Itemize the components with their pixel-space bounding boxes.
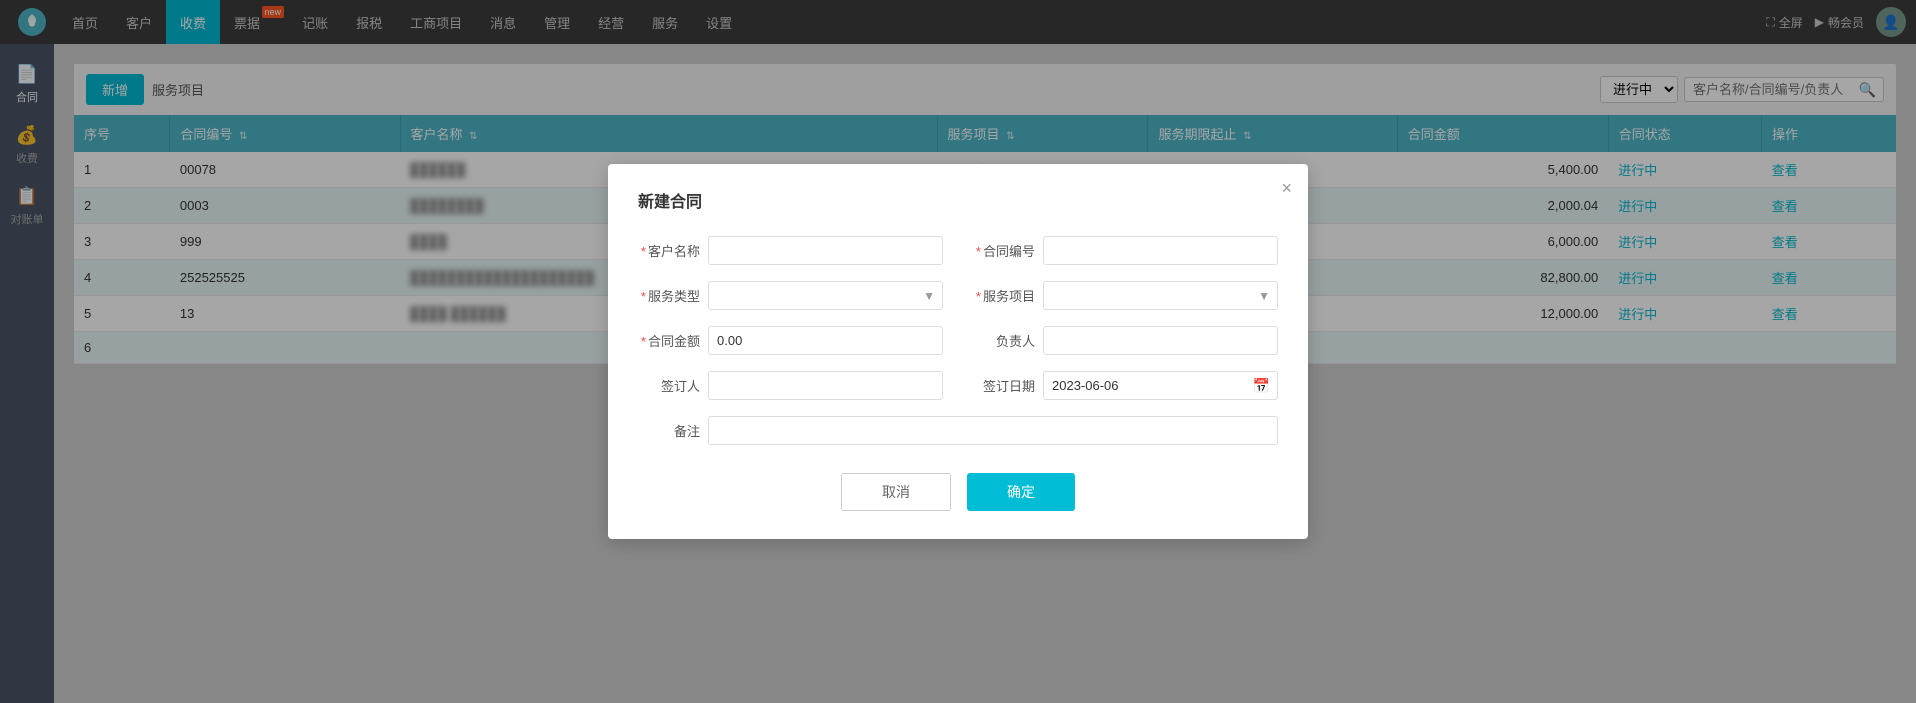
field-customer-name: *客户名称 <box>638 236 943 265</box>
field-person-in-charge: 负责人 <box>973 326 1278 355</box>
select-service-item[interactable] <box>1043 281 1278 310</box>
input-remarks[interactable] <box>708 416 1278 445</box>
modal-title: 新建合同 <box>638 188 1278 212</box>
input-sign-date[interactable] <box>1043 371 1278 400</box>
label-contract-amount: *合同金额 <box>638 331 700 350</box>
select-wrap-service-type: ▼ <box>708 281 943 310</box>
field-signatory: 签订人 <box>638 371 943 400</box>
form-grid: *客户名称 *合同编号 *服务类型 ▼ <box>638 236 1278 445</box>
input-contract-no[interactable] <box>1043 236 1278 265</box>
field-service-item: *服务项目 ▼ <box>973 281 1278 310</box>
label-service-item: *服务项目 <box>973 286 1035 305</box>
select-service-type[interactable] <box>708 281 943 310</box>
label-service-type: *服务类型 <box>638 286 700 305</box>
date-input-wrap: 📅 <box>1043 371 1278 400</box>
modal-close-button[interactable]: × <box>1281 178 1292 199</box>
label-contract-no: *合同编号 <box>973 241 1035 260</box>
field-remarks: 备注 <box>638 416 1278 445</box>
input-signatory[interactable] <box>708 371 943 400</box>
confirm-button[interactable]: 确定 <box>967 473 1075 511</box>
field-sign-date: 签订日期 📅 <box>973 371 1278 400</box>
field-contract-no: *合同编号 <box>973 236 1278 265</box>
input-contract-amount[interactable] <box>708 326 943 355</box>
label-signatory: 签订人 <box>638 376 700 395</box>
modal-footer: 取消 确定 <box>638 473 1278 511</box>
new-contract-modal: 新建合同 × *客户名称 *合同编号 *服务类型 <box>608 164 1308 539</box>
label-remarks: 备注 <box>638 421 700 440</box>
field-contract-amount: *合同金额 <box>638 326 943 355</box>
label-customer-name: *客户名称 <box>638 241 700 260</box>
label-person-in-charge: 负责人 <box>973 331 1035 350</box>
field-service-type: *服务类型 ▼ <box>638 281 943 310</box>
modal-overlay[interactable]: 新建合同 × *客户名称 *合同编号 *服务类型 <box>0 0 1916 703</box>
input-person-in-charge[interactable] <box>1043 326 1278 355</box>
label-sign-date: 签订日期 <box>973 376 1035 395</box>
input-customer-name[interactable] <box>708 236 943 265</box>
select-wrap-service-item: ▼ <box>1043 281 1278 310</box>
cancel-button[interactable]: 取消 <box>841 473 951 511</box>
